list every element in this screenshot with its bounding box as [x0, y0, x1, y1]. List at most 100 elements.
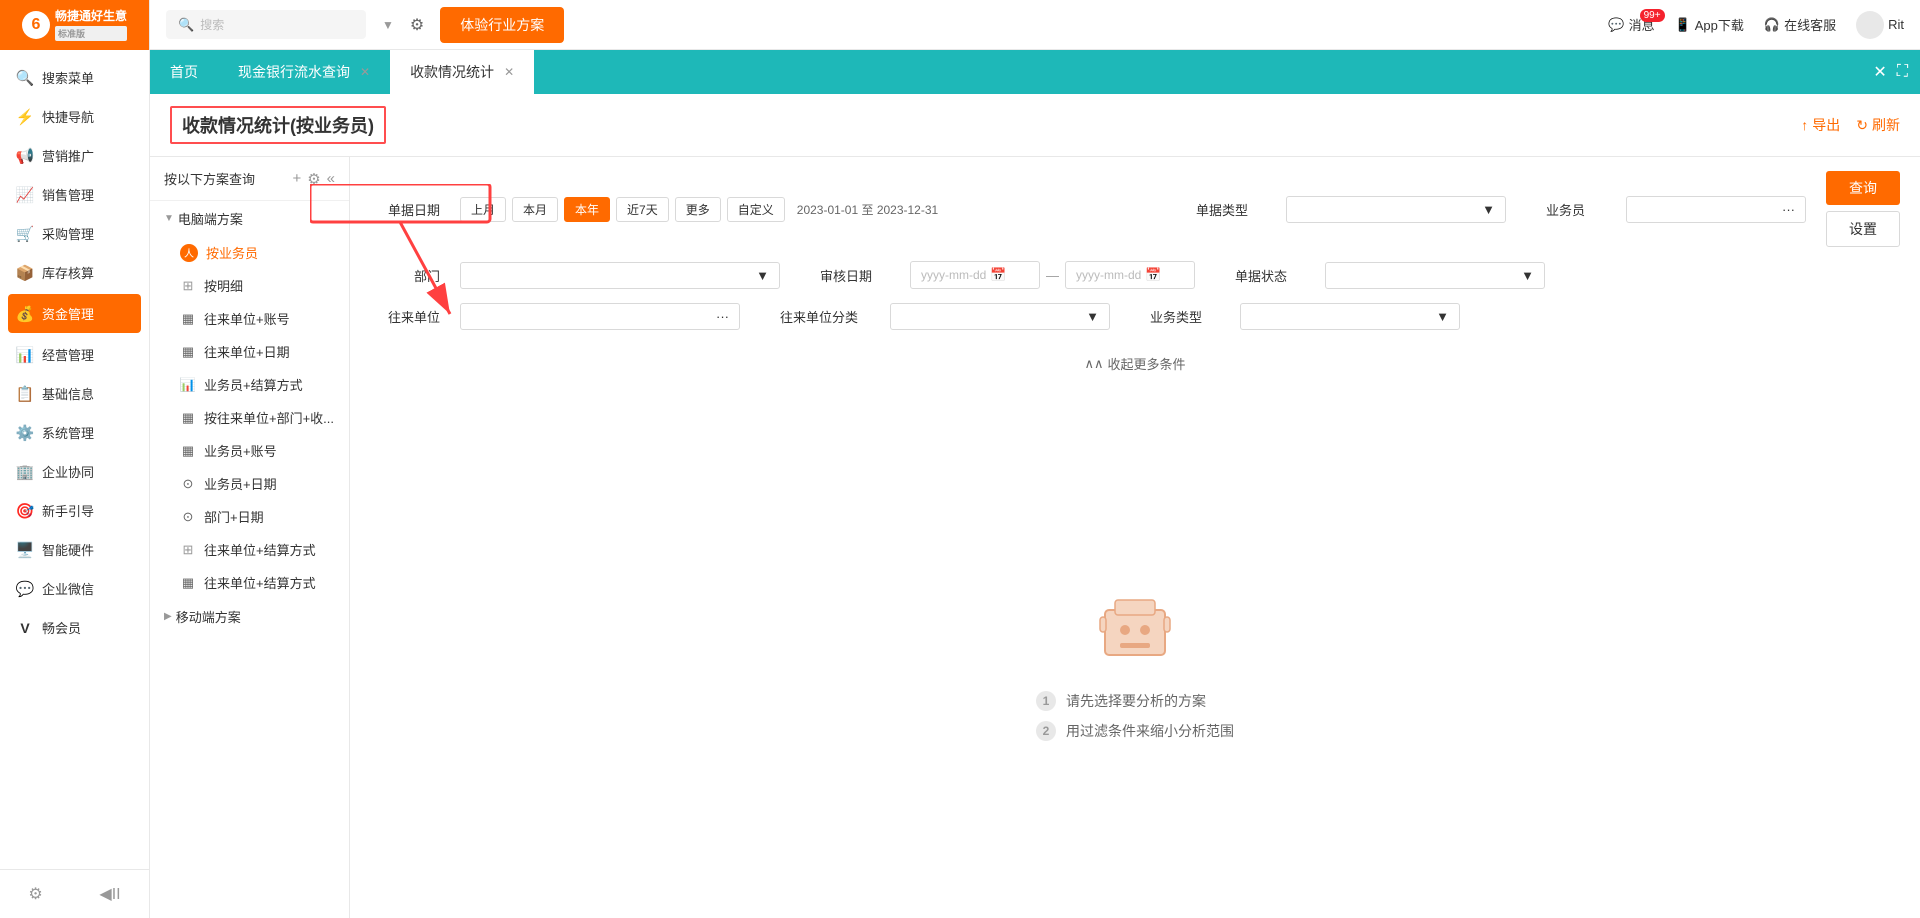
- page-title: 收款情况统计(按业务员): [170, 106, 386, 144]
- doc-status-arrow: ▼: [1521, 268, 1534, 283]
- footer-collapse-button[interactable]: ◀II: [91, 880, 128, 908]
- biz-type-label: 业务类型: [1150, 307, 1220, 326]
- doc-type-select[interactable]: ▼: [1286, 196, 1506, 223]
- sidebar-item-wechat[interactable]: 💬 企业微信: [0, 569, 149, 608]
- empty-instruction-1: 1 请先选择要分析的方案: [1036, 691, 1234, 711]
- logo-icon: 6: [22, 11, 50, 39]
- scheme-item-salesperson-account[interactable]: ▦ 业务员+账号: [150, 434, 349, 467]
- sidebar-item-marketing[interactable]: 📢 营销推广: [0, 136, 149, 175]
- doc-status-select[interactable]: ▼: [1325, 262, 1545, 289]
- trial-button[interactable]: 体验行业方案: [440, 7, 564, 43]
- scheme-group-pc-header[interactable]: ▼ 电脑端方案: [150, 201, 349, 236]
- sidebar-item-sales[interactable]: 📈 销售管理: [0, 175, 149, 214]
- dept-date-icon: ⊙: [180, 509, 196, 525]
- calendar-icon-2: 📅: [1145, 267, 1161, 283]
- counterparty-more-icon[interactable]: ···: [716, 309, 729, 324]
- sidebar-item-enterprise[interactable]: 🏢 企业协同: [0, 452, 149, 491]
- sidebar-item-finance[interactable]: 💰 资金管理: [8, 294, 141, 333]
- app-download-button[interactable]: 📱 App下载: [1675, 15, 1744, 34]
- topbar-search[interactable]: 🔍 搜索: [166, 10, 366, 39]
- sidebar-item-member[interactable]: V 畅会员: [0, 608, 149, 647]
- refresh-icon: ↻: [1856, 117, 1868, 134]
- date-tab-last-month[interactable]: 上月: [460, 197, 506, 222]
- empty-icon: [1085, 575, 1185, 675]
- dept-select[interactable]: ▼: [460, 262, 780, 289]
- scheme-header-title: 按以下方案查询: [164, 169, 286, 188]
- sidebar-item-system[interactable]: ⚙️ 系统管理: [0, 413, 149, 452]
- sidebar-item-basic-info[interactable]: 📋 基础信息: [0, 374, 149, 413]
- sidebar-item-quick-nav[interactable]: ⚡ 快捷导航: [0, 97, 149, 136]
- counterparty-label: 往来单位: [370, 307, 440, 326]
- footer-settings-button[interactable]: ⚙: [20, 880, 50, 908]
- date-tab-7days[interactable]: 近7天: [616, 197, 669, 222]
- scheme-group-mobile: ▶ 移动端方案: [150, 599, 349, 634]
- salesperson-more-icon[interactable]: ···: [1782, 202, 1795, 217]
- export-button[interactable]: ↑ 导出: [1801, 115, 1840, 135]
- query-button[interactable]: 查询: [1826, 171, 1900, 205]
- scheme-item-partner-dept-collection[interactable]: ▦ 按往来单位+部门+收...: [150, 401, 349, 434]
- counterparty-category-select[interactable]: ▼: [890, 303, 1110, 330]
- scheme-item-partner-settlement1[interactable]: ⊞ 往来单位+结算方式: [150, 533, 349, 566]
- tabbar-close-icon[interactable]: ✕: [1873, 62, 1886, 82]
- scheme-item-salesperson-settlement[interactable]: 📊 业务员+结算方式: [150, 368, 349, 401]
- scheme-item-salesperson-date[interactable]: ⊙ 业务员+日期: [150, 467, 349, 500]
- quick-nav-icon: ⚡: [16, 108, 34, 126]
- scheme-item-partner-date[interactable]: ▦ 往来单位+日期: [150, 335, 349, 368]
- sales-icon: 📈: [16, 186, 34, 204]
- salesperson-icon: 人: [180, 244, 198, 262]
- sidebar-item-operations[interactable]: 📊 经营管理: [0, 335, 149, 374]
- tab-bank-flow-close[interactable]: ✕: [360, 65, 370, 79]
- date-tab-this-month[interactable]: 本月: [512, 197, 558, 222]
- scheme-settings-icon[interactable]: ⚙: [307, 170, 320, 188]
- sidebar-item-smart-hw[interactable]: 🖥️ 智能硬件: [0, 530, 149, 569]
- date-tab-custom[interactable]: 自定义: [727, 197, 785, 222]
- topbar-gear-icon[interactable]: ⚙: [410, 15, 424, 35]
- doc-status-label: 单据状态: [1235, 266, 1305, 285]
- online-service-button[interactable]: 🎧 在线客服: [1764, 15, 1836, 34]
- counterparty-select[interactable]: ···: [460, 303, 740, 330]
- collapse-conditions-button[interactable]: ∧∧ 收起更多条件: [370, 344, 1900, 383]
- tabbar: 首页 现金银行流水查询 ✕ 收款情况统计 ✕ ✕ ⛶: [150, 50, 1920, 94]
- date-range: 2023-01-01 至 2023-12-31: [797, 201, 938, 218]
- audit-date-from[interactable]: yyyy-mm-dd 📅: [910, 261, 1040, 289]
- audit-date-to[interactable]: yyyy-mm-dd 📅: [1065, 261, 1195, 289]
- scheme-item-partner-account[interactable]: ▦ 往来单位+账号: [150, 302, 349, 335]
- scheme-group-mobile-header[interactable]: ▶ 移动端方案: [150, 599, 349, 634]
- partner-dept-icon: ▦: [180, 410, 196, 426]
- tab-collection-stats-close[interactable]: ✕: [504, 65, 514, 79]
- user-avatar[interactable]: Rit: [1856, 11, 1904, 39]
- topbar-dropdown-arrow[interactable]: ▼: [382, 18, 394, 32]
- app-edition: 标准版: [55, 26, 127, 41]
- scheme-item-partner-settlement2[interactable]: ▦ 往来单位+结算方式: [150, 566, 349, 599]
- message-icon: 💬: [1608, 17, 1624, 33]
- refresh-button[interactable]: ↻ 刷新: [1856, 115, 1900, 135]
- date-tab-more[interactable]: 更多: [675, 197, 721, 222]
- scheme-item-by-detail[interactable]: ⊞ 按明细: [150, 269, 349, 302]
- main-body: 按以下方案查询 + ⚙ « ▼ 电脑端方案 人 按业务员: [150, 157, 1920, 918]
- tab-home[interactable]: 首页: [150, 50, 218, 94]
- sidebar-item-purchase[interactable]: 🛒 采购管理: [0, 214, 149, 253]
- inventory-icon: 📦: [16, 264, 34, 282]
- sidebar-item-guide[interactable]: 🎯 新手引导: [0, 491, 149, 530]
- collapse-icon: ∧∧: [1084, 356, 1103, 372]
- partner-settlement2-icon: ▦: [180, 575, 196, 591]
- partner-date-icon: ▦: [180, 344, 196, 360]
- scheme-collapse-icon[interactable]: «: [327, 170, 335, 187]
- sidebar-item-inventory[interactable]: 📦 库存核算: [0, 253, 149, 292]
- sidebar: 6 畅捷通好生意 标准版 🔍 搜索菜单 ⚡ 快捷导航 📢 营销推广 📈 销售管理…: [0, 0, 150, 918]
- sidebar-item-search-menu[interactable]: 🔍 搜索菜单: [0, 58, 149, 97]
- tab-collection-stats[interactable]: 收款情况统计 ✕: [390, 50, 534, 94]
- tab-bank-flow[interactable]: 现金银行流水查询 ✕: [218, 50, 390, 94]
- settings-button[interactable]: 设置: [1826, 211, 1900, 247]
- partner-account-icon: ▦: [180, 311, 196, 327]
- biz-type-select[interactable]: ▼: [1240, 303, 1460, 330]
- scheme-item-dept-date[interactable]: ⊙ 部门+日期: [150, 500, 349, 533]
- tabbar-expand-icon[interactable]: ⛶: [1897, 63, 1908, 81]
- salesperson-select[interactable]: ···: [1626, 196, 1806, 223]
- operations-icon: 📊: [16, 346, 34, 364]
- date-tab-this-year[interactable]: 本年: [564, 197, 610, 222]
- messages-button[interactable]: 💬 消息 99+: [1608, 15, 1654, 34]
- scheme-item-by-salesperson[interactable]: 人 按业务员: [150, 236, 349, 269]
- scheme-add-icon[interactable]: +: [292, 170, 301, 187]
- finance-icon: 💰: [16, 305, 34, 323]
